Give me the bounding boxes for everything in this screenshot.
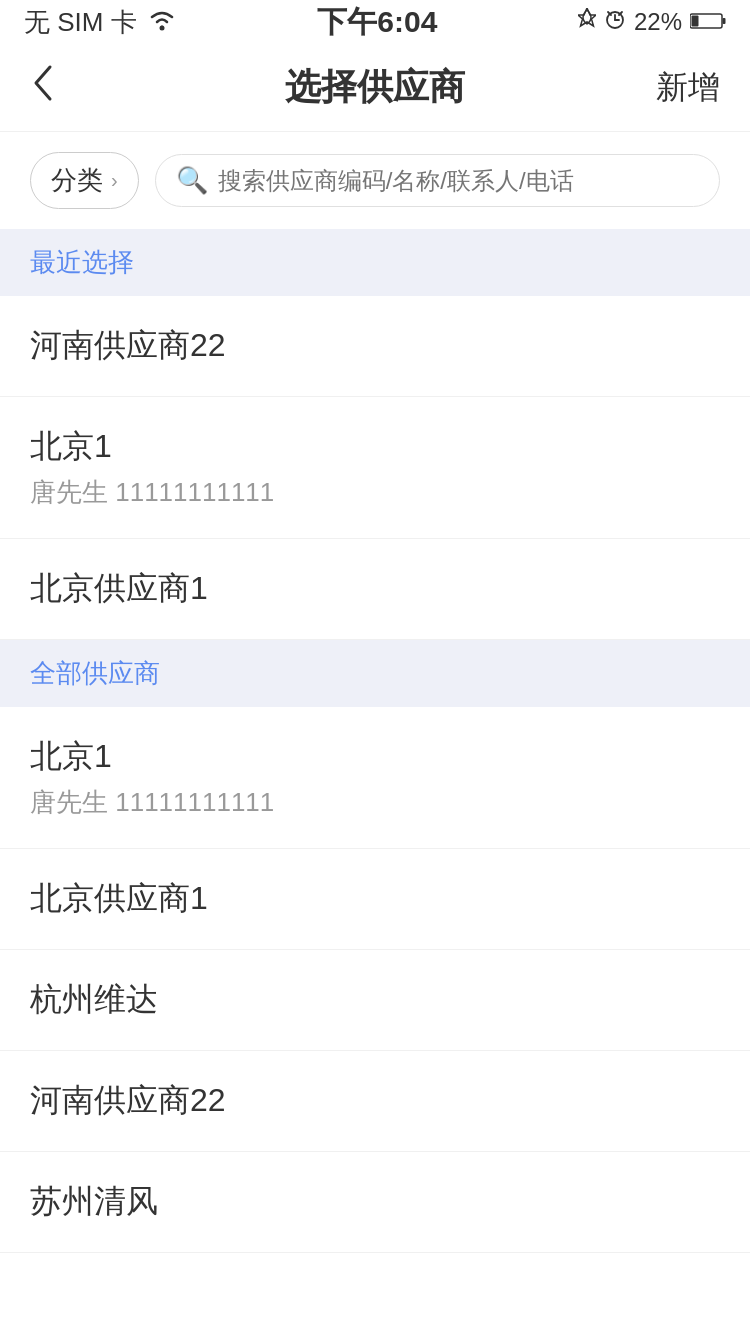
status-left: 无 SIM 卡 bbox=[24, 5, 177, 40]
svg-rect-5 bbox=[722, 18, 725, 24]
status-right: 22% bbox=[578, 8, 726, 36]
item-name: 河南供应商22 bbox=[30, 324, 720, 368]
item-sub: 唐先生 11111111111 bbox=[30, 785, 720, 820]
list-item[interactable]: 北京1 唐先生 11111111111 bbox=[0, 397, 750, 539]
item-name: 河南供应商22 bbox=[30, 1079, 720, 1123]
list-item[interactable]: 北京供应商1 bbox=[0, 539, 750, 640]
location-icon bbox=[578, 8, 596, 36]
battery-icon bbox=[690, 8, 726, 36]
category-label: 分类 bbox=[51, 163, 103, 198]
search-box: 🔍 bbox=[155, 154, 720, 207]
battery-text: 22% bbox=[634, 8, 682, 36]
list-item[interactable]: 北京供应商1 bbox=[0, 849, 750, 950]
status-bar: 无 SIM 卡 下午6:04 bbox=[0, 0, 750, 44]
nav-bar: 选择供应商 新增 bbox=[0, 44, 750, 132]
list-item[interactable]: 北京1 唐先生 11111111111 bbox=[0, 707, 750, 849]
item-name: 北京1 bbox=[30, 425, 720, 469]
search-input[interactable] bbox=[218, 167, 699, 195]
filter-bar: 分类 › 🔍 bbox=[0, 132, 750, 229]
supplier-list: 最近选择河南供应商22 北京1 唐先生 11111111111 北京供应商1 全部供应商… bbox=[0, 229, 750, 1253]
section-header-recent: 最近选择 bbox=[0, 229, 750, 296]
svg-point-0 bbox=[159, 25, 164, 30]
chevron-right-icon: › bbox=[111, 169, 118, 192]
alarm-icon bbox=[604, 8, 626, 36]
back-button[interactable] bbox=[30, 63, 110, 112]
svg-rect-6 bbox=[691, 16, 698, 27]
search-icon: 🔍 bbox=[176, 165, 208, 196]
category-button[interactable]: 分类 › bbox=[30, 152, 139, 209]
item-sub: 唐先生 11111111111 bbox=[30, 475, 720, 510]
list-item[interactable]: 河南供应商22 bbox=[0, 1051, 750, 1152]
item-name: 北京供应商1 bbox=[30, 567, 720, 611]
list-item[interactable]: 苏州清风 bbox=[0, 1152, 750, 1253]
page-title: 选择供应商 bbox=[285, 63, 465, 112]
add-button[interactable]: 新增 bbox=[640, 66, 720, 110]
section-header-all: 全部供应商 bbox=[0, 640, 750, 707]
list-item[interactable]: 河南供应商22 bbox=[0, 296, 750, 397]
item-name: 苏州清风 bbox=[30, 1180, 720, 1224]
no-sim-text: 无 SIM 卡 bbox=[24, 5, 137, 40]
item-name: 北京供应商1 bbox=[30, 877, 720, 921]
item-name: 杭州维达 bbox=[30, 978, 720, 1022]
wifi-icon bbox=[147, 7, 177, 38]
item-name: 北京1 bbox=[30, 735, 720, 779]
status-time: 下午6:04 bbox=[317, 2, 437, 43]
list-item[interactable]: 杭州维达 bbox=[0, 950, 750, 1051]
